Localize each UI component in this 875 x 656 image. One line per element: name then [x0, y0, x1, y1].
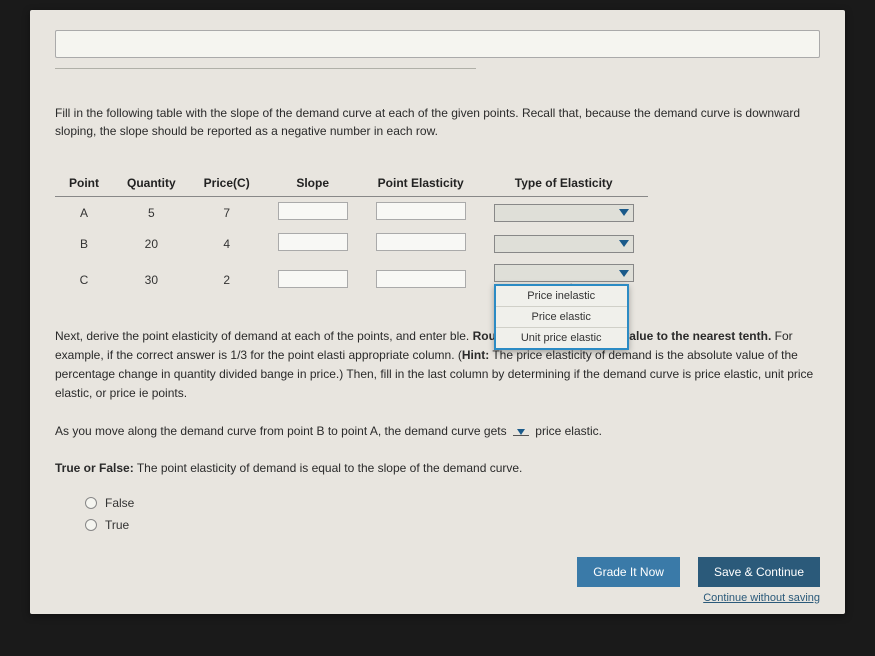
- tf-option-true[interactable]: True: [85, 518, 820, 532]
- dropdown-option[interactable]: Unit price elastic: [496, 328, 627, 348]
- col-quantity: Quantity: [113, 170, 190, 197]
- tf-label: True: [105, 518, 129, 532]
- elasticity-instruction: Next, derive the point elasticity of dem…: [55, 327, 820, 404]
- elasticity-input-c[interactable]: [376, 270, 466, 288]
- tf-option-false[interactable]: False: [85, 496, 820, 510]
- cell-quantity: 20: [113, 228, 190, 259]
- col-slope: Slope: [264, 170, 362, 197]
- true-false-group: False True: [85, 496, 820, 532]
- action-buttons: Grade It Now Save & Continue: [55, 557, 820, 587]
- save-continue-button[interactable]: Save & Continue: [698, 557, 820, 587]
- dropdown-option[interactable]: Price elastic: [496, 307, 627, 328]
- type-select-b[interactable]: [494, 235, 634, 253]
- col-price: Price(C): [190, 170, 264, 197]
- type-select-c[interactable]: [494, 264, 634, 282]
- table-row: C 30 2 Price inelastic Price elastic: [55, 259, 648, 302]
- cell-price: 7: [190, 197, 264, 229]
- continue-without-saving-link[interactable]: Continue without saving: [55, 592, 820, 604]
- chevron-down-icon: [619, 270, 629, 277]
- tf-label: False: [105, 496, 134, 510]
- radio-icon: [85, 497, 97, 509]
- assignment-page: Fill in the following table with the slo…: [30, 10, 845, 614]
- slope-input-b[interactable]: [278, 233, 348, 251]
- instruction-text: Fill in the following table with the slo…: [55, 104, 820, 140]
- cell-quantity: 30: [113, 259, 190, 302]
- cell-price: 2: [190, 259, 264, 302]
- type-select-a[interactable]: [494, 204, 634, 222]
- true-false-prompt: True or False: The point elasticity of d…: [55, 459, 820, 478]
- table-row: A 5 7: [55, 197, 648, 229]
- col-type-elasticity: Type of Elasticity: [480, 170, 648, 197]
- elasticity-table: Point Quantity Price(C) Slope Point Elas…: [55, 170, 648, 302]
- slope-input-a[interactable]: [278, 202, 348, 220]
- direction-select[interactable]: [513, 429, 529, 436]
- table-row: B 20 4: [55, 228, 648, 259]
- answer-input-top[interactable]: [55, 30, 820, 58]
- col-point: Point: [55, 170, 113, 197]
- chevron-down-icon: [619, 240, 629, 247]
- grade-button[interactable]: Grade It Now: [577, 557, 680, 587]
- col-point-elasticity: Point Elasticity: [362, 170, 480, 197]
- movement-question: As you move along the demand curve from …: [55, 422, 820, 441]
- chevron-down-icon: [517, 429, 525, 435]
- type-dropdown-menu: Price inelastic Price elastic Unit price…: [494, 284, 629, 350]
- cell-quantity: 5: [113, 197, 190, 229]
- radio-icon: [85, 519, 97, 531]
- slope-input-c[interactable]: [278, 270, 348, 288]
- cell-price: 4: [190, 228, 264, 259]
- cell-point: C: [55, 259, 113, 302]
- elasticity-input-b[interactable]: [376, 233, 466, 251]
- chevron-down-icon: [619, 209, 629, 216]
- dropdown-option[interactable]: Price inelastic: [496, 286, 627, 307]
- cell-point: A: [55, 197, 113, 229]
- section-divider: [55, 68, 476, 69]
- cell-point: B: [55, 228, 113, 259]
- elasticity-input-a[interactable]: [376, 202, 466, 220]
